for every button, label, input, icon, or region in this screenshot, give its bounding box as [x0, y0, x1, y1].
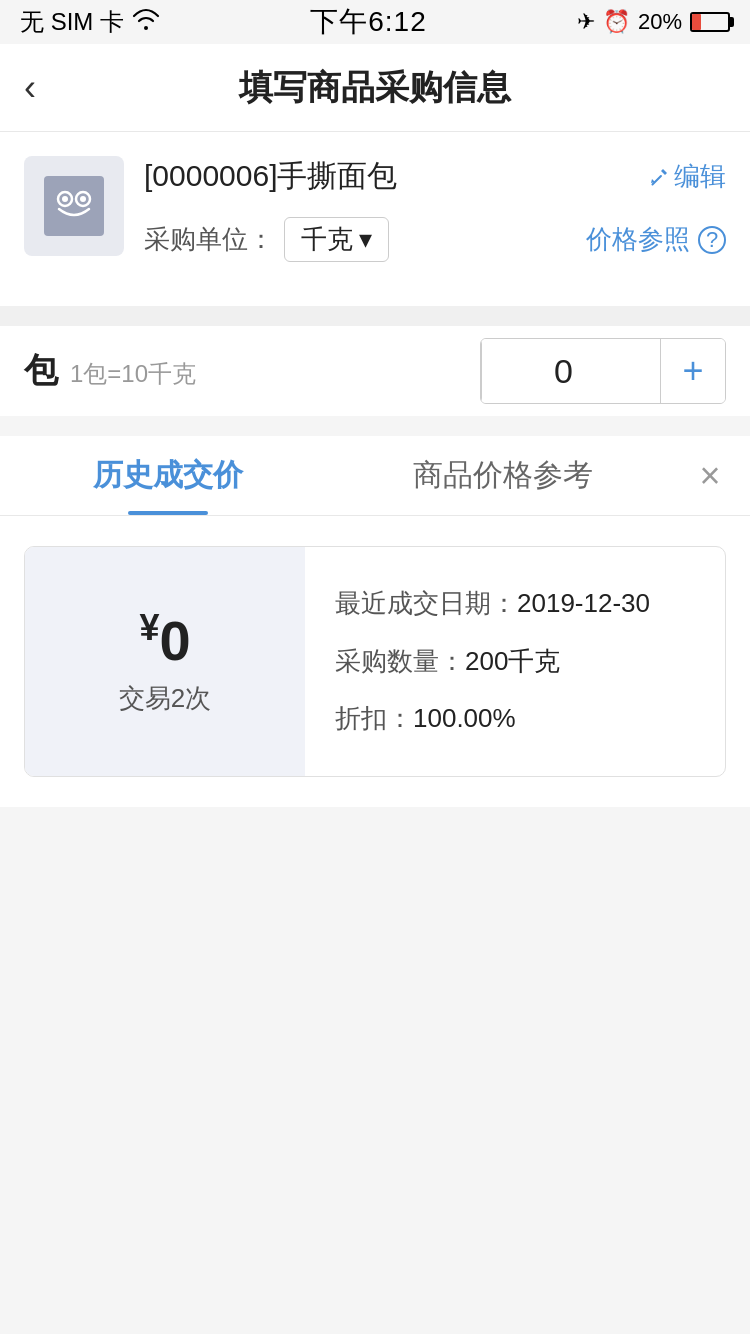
transaction-card: ¥0 交易2次 最近成交日期：2019-12-30 采购数量：200千克 折扣：…: [24, 546, 726, 777]
status-carrier: 无 SIM 卡: [20, 6, 160, 38]
product-unit-row: 采购单位： 千克 ▾ 价格参照 ?: [144, 217, 726, 262]
battery-icon: [690, 12, 730, 32]
discount-label: 折扣：: [335, 703, 413, 733]
tabs-section: 历史成交价 商品价格参考 × ¥0 交易2次 最近成交日期：2019-12-30…: [0, 436, 750, 807]
quantity-label-group: 包 1包=10千克: [24, 348, 196, 394]
quantity-unit-label: 包: [24, 348, 58, 394]
last-date-row: 最近成交日期：2019-12-30: [335, 583, 695, 625]
status-icons: ✈ ⏰ 20%: [577, 9, 730, 35]
quantity-plus-button[interactable]: +: [661, 339, 725, 403]
unit-label: 采购单位： 千克 ▾: [144, 217, 389, 262]
discount-value: 100.00%: [413, 703, 516, 733]
product-header: [0000006]手撕面包 编辑 采购单位： 千克 ▾: [24, 156, 726, 262]
quantity-hint: 1包=10千克: [70, 358, 196, 390]
card-price-section: ¥0 交易2次: [25, 547, 305, 776]
tab-content: ¥0 交易2次 最近成交日期：2019-12-30 采购数量：200千克 折扣：…: [0, 516, 750, 807]
back-button[interactable]: ‹: [24, 67, 36, 109]
purchase-quantity-value: 200千克: [465, 646, 560, 676]
discount-row: 折扣：100.00%: [335, 698, 695, 740]
nav-bar: ‹ 填写商品采购信息: [0, 44, 750, 132]
product-name-row: [0000006]手撕面包 编辑: [144, 156, 726, 197]
price-reference-button[interactable]: 价格参照 ?: [586, 222, 726, 257]
price-ref-help-icon: ?: [698, 226, 726, 254]
product-thumbnail: [24, 156, 124, 256]
product-name: [0000006]手撕面包: [144, 156, 397, 197]
page-title: 填写商品采购信息: [239, 65, 511, 111]
transaction-count: 交易2次: [119, 681, 211, 716]
status-bar: 无 SIM 卡 下午6:12 ✈ ⏰ 20%: [0, 0, 750, 44]
tab-price-reference[interactable]: 商品价格参考: [335, 436, 670, 515]
wifi-icon: [132, 8, 160, 36]
unit-select-dropdown[interactable]: 千克 ▾: [284, 217, 389, 262]
status-time: 下午6:12: [310, 3, 427, 41]
quantity-row: 包 1包=10千克 +: [0, 326, 750, 416]
section-divider: [0, 306, 750, 326]
price-symbol: ¥: [139, 607, 159, 648]
purchase-quantity-row: 采购数量：200千克: [335, 641, 695, 683]
card-price-display: ¥0: [139, 607, 190, 673]
quantity-input[interactable]: [481, 339, 661, 403]
svg-point-3: [80, 196, 86, 202]
alarm-icon: ⏰: [603, 9, 630, 35]
last-date-label: 最近成交日期：: [335, 588, 517, 618]
product-section: [0000006]手撕面包 编辑 采购单位： 千克 ▾: [0, 132, 750, 306]
tab-history-price[interactable]: 历史成交价: [0, 436, 335, 515]
edit-button[interactable]: 编辑: [648, 159, 726, 194]
carrier-text: 无 SIM 卡: [20, 6, 124, 38]
svg-point-1: [62, 196, 68, 202]
location-icon: ✈: [577, 9, 595, 35]
purchase-quantity-label: 采购数量：: [335, 646, 465, 676]
tab-close-button[interactable]: ×: [670, 436, 750, 516]
battery-percent: 20%: [638, 9, 682, 35]
quantity-control: +: [480, 338, 726, 404]
tabs-header: 历史成交价 商品价格参考 ×: [0, 436, 750, 516]
last-date-value: 2019-12-30: [517, 588, 650, 618]
card-details-section: 最近成交日期：2019-12-30 采购数量：200千克 折扣：100.00%: [305, 547, 725, 776]
product-info: [0000006]手撕面包 编辑 采购单位： 千克 ▾: [144, 156, 726, 262]
product-thumb-icon: [44, 176, 104, 236]
